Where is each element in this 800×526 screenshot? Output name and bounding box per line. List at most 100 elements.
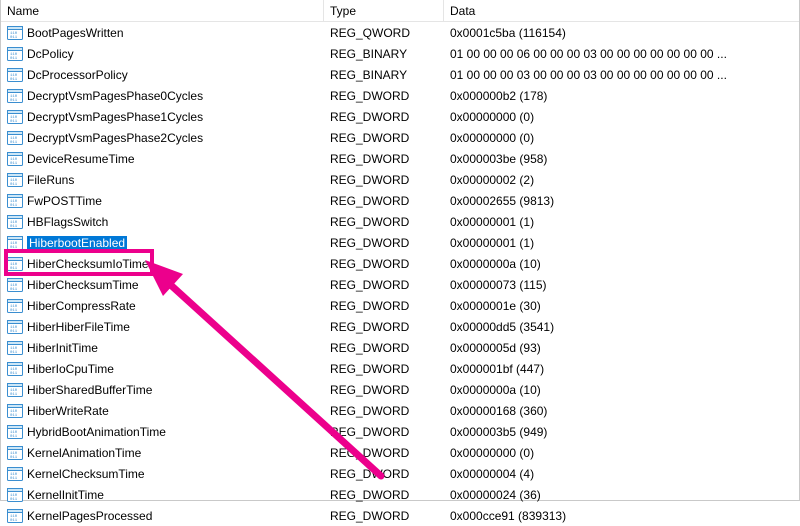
registry-row[interactable]: 110 011 HiberChecksumTimeREG_DWORD0x0000… [1,274,799,295]
cell-name[interactable]: 110 011 BootPagesWritten [1,22,324,43]
svg-text:011: 011 [10,456,18,460]
registry-row[interactable]: 110 011 DcPolicyREG_BINARY01 00 00 00 06… [1,43,799,64]
cell-name[interactable]: 110 011 HiberIoCpuTime [1,358,324,379]
cell-type: REG_DWORD [324,421,444,442]
cell-name[interactable]: 110 011 DcPolicy [1,43,324,64]
registry-row[interactable]: 110 011 DecryptVsmPagesPhase1CyclesREG_D… [1,106,799,127]
registry-value-icon: 110 011 [7,466,23,482]
registry-row[interactable]: 110 011 HiberIoCpuTimeREG_DWORD0x000001b… [1,358,799,379]
registry-row[interactable]: 110 011 FileRunsREG_DWORD0x00000002 (2) [1,169,799,190]
registry-row[interactable]: 110 011 DecryptVsmPagesPhase0CyclesREG_D… [1,85,799,106]
cell-type: REG_BINARY [324,43,444,64]
svg-text:011: 011 [10,435,18,439]
value-name-text: DecryptVsmPagesPhase1Cycles [27,110,203,124]
registry-row[interactable]: 110 011 DeviceResumeTimeREG_DWORD0x00000… [1,148,799,169]
svg-text:011: 011 [10,267,18,271]
registry-value-icon: 110 011 [7,277,23,293]
value-name-text: HiberCompressRate [27,299,136,313]
svg-text:011: 011 [10,372,18,376]
svg-text:011: 011 [10,246,18,250]
cell-name[interactable]: 110 011 FileRuns [1,169,324,190]
registry-row[interactable]: 110 011 HiberInitTimeREG_DWORD0x0000005d… [1,337,799,358]
registry-row[interactable]: 110 011 HiberWriteRateREG_DWORD0x0000016… [1,400,799,421]
cell-name[interactable]: 110 011 DcProcessorPolicy [1,64,324,85]
cell-type: REG_DWORD [324,316,444,337]
cell-name[interactable]: 110 011 HiberbootEnabled [1,232,324,253]
column-header-data[interactable]: Data [444,0,799,21]
cell-data: 01 00 00 00 06 00 00 00 03 00 00 00 00 0… [444,43,799,64]
registry-row[interactable]: 110 011 DcProcessorPolicyREG_BINARY01 00… [1,64,799,85]
registry-value-icon: 110 011 [7,214,23,230]
cell-name[interactable]: 110 011 DeviceResumeTime [1,148,324,169]
registry-row[interactable]: 110 011 HiberbootEnabledREG_DWORD0x00000… [1,232,799,253]
cell-type: REG_DWORD [324,85,444,106]
cell-type: REG_DWORD [324,400,444,421]
registry-row[interactable]: 110 011 KernelChecksumTimeREG_DWORD0x000… [1,463,799,484]
cell-type: REG_DWORD [324,358,444,379]
registry-row[interactable]: 110 011 HiberChecksumIoTimeREG_DWORD0x00… [1,253,799,274]
registry-row[interactable]: 110 011 DecryptVsmPagesPhase2CyclesREG_D… [1,127,799,148]
cell-data: 0x000cce91 (839313) [444,505,799,526]
value-name-text: KernelAnimationTime [27,446,141,460]
value-name-text: DecryptVsmPagesPhase2Cycles [27,131,203,145]
registry-row[interactable]: 110 011 HBFlagsSwitchREG_DWORD0x00000001… [1,211,799,232]
registry-row[interactable]: 110 011 HybridBootAnimationTimeREG_DWORD… [1,421,799,442]
svg-text:011: 011 [10,36,18,40]
registry-row[interactable]: 110 011 BootPagesWrittenREG_QWORD0x0001c… [1,22,799,43]
registry-row[interactable]: 110 011 FwPOSTTimeREG_DWORD0x00002655 (9… [1,190,799,211]
cell-data: 0x000001bf (447) [444,358,799,379]
registry-value-icon: 110 011 [7,25,23,41]
svg-text:011: 011 [10,288,18,292]
registry-row[interactable]: 110 011 HiberCompressRateREG_DWORD0x0000… [1,295,799,316]
registry-row[interactable]: 110 011 KernelAnimationTimeREG_DWORD0x00… [1,442,799,463]
registry-value-icon: 110 011 [7,382,23,398]
cell-name[interactable]: 110 011 DecryptVsmPagesPhase1Cycles [1,106,324,127]
svg-text:011: 011 [10,225,18,229]
registry-value-icon: 110 011 [7,151,23,167]
cell-data: 0x00000073 (115) [444,274,799,295]
value-name-text: DcProcessorPolicy [27,68,128,82]
cell-data: 0x00000002 (2) [444,169,799,190]
svg-text:011: 011 [10,183,18,187]
cell-type: REG_DWORD [324,253,444,274]
cell-name[interactable]: 110 011 HybridBootAnimationTime [1,421,324,442]
cell-name[interactable]: 110 011 DecryptVsmPagesPhase2Cycles [1,127,324,148]
registry-value-icon: 110 011 [7,256,23,272]
cell-name[interactable]: 110 011 KernelInitTime [1,484,324,505]
registry-row[interactable]: 110 011 KernelInitTimeREG_DWORD0x0000002… [1,484,799,505]
cell-type: REG_DWORD [324,127,444,148]
registry-rows: 110 011 BootPagesWrittenREG_QWORD0x0001c… [1,22,799,526]
svg-text:011: 011 [10,204,18,208]
value-name-text: HiberbootEnabled [27,236,127,250]
svg-text:011: 011 [10,141,18,145]
cell-data: 0x0001c5ba (116154) [444,22,799,43]
value-name-text: DcPolicy [27,47,74,61]
cell-name[interactable]: 110 011 HiberWriteRate [1,400,324,421]
svg-text:011: 011 [10,330,18,334]
value-name-text: HiberHiberFileTime [27,320,130,334]
registry-row[interactable]: 110 011 HiberSharedBufferTimeREG_DWORD0x… [1,379,799,400]
cell-name[interactable]: 110 011 FwPOSTTime [1,190,324,211]
value-name-text: HiberIoCpuTime [27,362,114,376]
cell-name[interactable]: 110 011 HiberChecksumTime [1,274,324,295]
svg-text:011: 011 [10,120,18,124]
cell-name[interactable]: 110 011 KernelAnimationTime [1,442,324,463]
svg-text:011: 011 [10,309,18,313]
registry-row[interactable]: 110 011 HiberHiberFileTimeREG_DWORD0x000… [1,316,799,337]
cell-type: REG_DWORD [324,190,444,211]
cell-name[interactable]: 110 011 KernelChecksumTime [1,463,324,484]
svg-text:011: 011 [10,414,18,418]
column-header-type[interactable]: Type [324,0,444,21]
cell-name[interactable]: 110 011 HiberInitTime [1,337,324,358]
cell-name[interactable]: 110 011 HBFlagsSwitch [1,211,324,232]
cell-name[interactable]: 110 011 HiberCompressRate [1,295,324,316]
cell-name[interactable]: 110 011 HiberSharedBufferTime [1,379,324,400]
value-name-text: HBFlagsSwitch [27,215,108,229]
registry-value-icon: 110 011 [7,298,23,314]
registry-row[interactable]: 110 011 KernelPagesProcessedREG_DWORD0x0… [1,505,799,526]
cell-name[interactable]: 110 011 DecryptVsmPagesPhase0Cycles [1,85,324,106]
column-header-name[interactable]: Name [1,0,324,21]
cell-name[interactable]: 110 011 KernelPagesProcessed [1,505,324,526]
cell-name[interactable]: 110 011 HiberHiberFileTime [1,316,324,337]
cell-name[interactable]: 110 011 HiberChecksumIoTime [1,253,324,274]
